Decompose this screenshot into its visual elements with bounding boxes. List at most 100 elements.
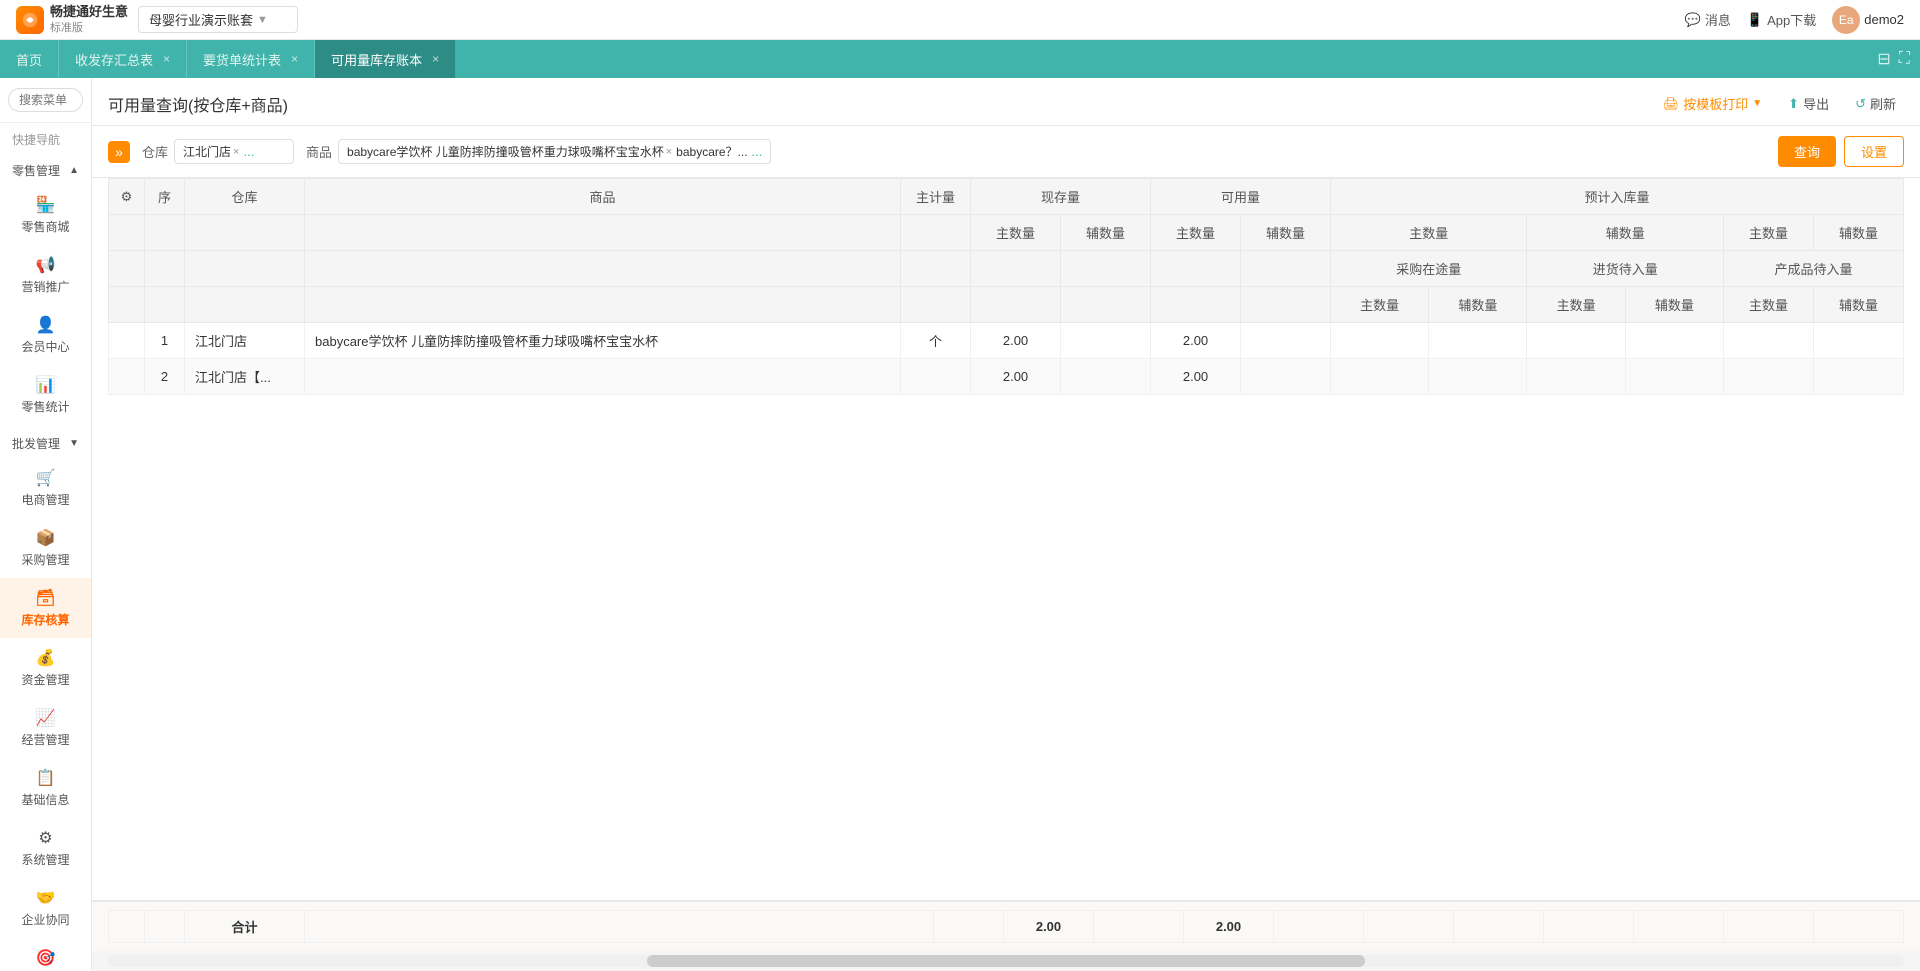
- export-btn[interactable]: ⬆ 导出: [1780, 90, 1837, 117]
- data-table: ⚙ 序 仓库 商品 主计量 现存量 可用量 预计入库量: [108, 178, 1904, 395]
- sidebar-item-finance[interactable]: 💰 资金管理: [0, 638, 91, 698]
- horizontal-scrollbar[interactable]: [108, 955, 1904, 967]
- sidebar-item-basic-info[interactable]: 📋 基础信息: [0, 758, 91, 818]
- sys-icon: ⚙: [38, 828, 52, 848]
- sidebar-nav-label[interactable]: 快捷导航: [0, 123, 91, 152]
- sidebar-item-retail-store[interactable]: 🏪 零售商城: [0, 185, 91, 245]
- refresh-icon: ↺: [1855, 96, 1866, 112]
- sidebar-item-wholesale-mgmt[interactable]: 批发管理 ▼: [0, 425, 91, 458]
- ecom-icon: 🛒: [36, 468, 56, 488]
- store-icon: 🏪: [36, 195, 56, 215]
- query-btn[interactable]: 查询: [1778, 136, 1836, 167]
- product-tag-1: babycare学饮杯 儿童防摔防撞吸管杯重力球吸嘴杯宝宝水杯 ×: [347, 143, 672, 160]
- sidebar-item-retail-mgmt[interactable]: 零售管理 ▲: [0, 152, 91, 185]
- sidebar-item-enterprise[interactable]: 🤝 企业协同: [0, 878, 91, 938]
- tab-minus-btn[interactable]: ⊟: [1877, 49, 1890, 69]
- sidebar-item-sys-mgmt[interactable]: ⚙ 系统管理: [0, 818, 91, 878]
- sidebar-search: [0, 78, 91, 123]
- col-avail-main: 主数量: [1151, 215, 1241, 251]
- col-inb-main: 主数量: [1724, 215, 1814, 251]
- col-warehouse: 仓库: [185, 179, 305, 215]
- tab-home[interactable]: 首页: [0, 40, 59, 78]
- enterprise-icon: 🤝: [36, 888, 56, 908]
- col-stock-main: 主数量: [971, 215, 1061, 251]
- chevron-down-icon: ▼: [257, 14, 268, 26]
- tab-close-requisition[interactable]: ×: [291, 52, 298, 66]
- user-profile[interactable]: Ea demo2: [1832, 6, 1904, 34]
- marketing-icon: 📢: [36, 255, 56, 275]
- sidebar: 快捷导航 零售管理 ▲ 🏪 零售商城 📢 营销推广 👤 会员中心 📊 零售统计 …: [0, 78, 92, 971]
- warehouse-tags[interactable]: 江北门店 × ...: [174, 139, 294, 164]
- sidebar-item-inventory[interactable]: 🗃 库存核算: [0, 578, 91, 638]
- table-area: ⚙ 序 仓库 商品 主计量 现存量 可用量 预计入库量: [92, 178, 1920, 900]
- refresh-btn[interactable]: ↺ 刷新: [1847, 90, 1904, 117]
- search-input[interactable]: [8, 88, 83, 112]
- col-gear-sub: [109, 215, 145, 251]
- brand-text: 畅捷通好生意 标准版: [50, 4, 128, 35]
- store-selector[interactable]: 母婴行业演示账套 ▼: [138, 6, 298, 33]
- export-icon: ⬆: [1788, 96, 1799, 112]
- message-icon: 💬: [1685, 12, 1701, 28]
- purchase-icon: 📦: [36, 528, 56, 548]
- col-pur-main: 主数量: [1331, 215, 1527, 251]
- sidebar-item-operations[interactable]: 📈 经营管理: [0, 698, 91, 758]
- filter-bar: » 仓库 江北门店 × ... 商品 babycare学饮杯 儿童防摔防撞吸管杯…: [92, 126, 1920, 178]
- col-avail-aux: 辅数量: [1241, 215, 1331, 251]
- warehouse-ellipsis[interactable]: ...: [243, 144, 254, 159]
- sidebar-item-member[interactable]: 👤 会员中心: [0, 305, 91, 365]
- col-available: 可用量: [1151, 179, 1331, 215]
- sidebar-item-retail-stat[interactable]: 📊 零售统计: [0, 365, 91, 425]
- tab-expand-btn[interactable]: ⛶: [1899, 50, 1910, 68]
- page-header: 可用量查询(按仓库+商品) 🖨 按模板打印 ▼ ⬆ 导出 ↺ 刷新: [92, 78, 1920, 126]
- brand-logo: 畅捷通好生意 标准版: [16, 4, 128, 35]
- filter-actions: 查询 设置: [1778, 136, 1904, 167]
- remove-product-tag-1[interactable]: ×: [666, 146, 672, 158]
- settings-btn[interactable]: 设置: [1844, 136, 1904, 167]
- footer-row: 合计 2.00 2.00: [109, 911, 1904, 943]
- table-row: 2 江北门店【... 2.00 2.00: [109, 359, 1904, 395]
- warehouse-tag: 江北门店 ×: [183, 143, 239, 160]
- col-num-sub: [145, 215, 185, 251]
- scroll-thumb[interactable]: [647, 955, 1365, 967]
- table-footer: 合计 2.00 2.00: [92, 900, 1920, 951]
- gear-icon[interactable]: ⚙: [121, 189, 133, 204]
- sidebar-item-purchase[interactable]: 📦 采购管理: [0, 518, 91, 578]
- print-icon: 🖨: [1663, 96, 1680, 112]
- table-row: 1 江北门店 babycare学饮杯 儿童防摔防撞吸管杯重力球吸嘴杯宝宝水杯 个…: [109, 323, 1904, 359]
- product-tag-2: babycare？...: [676, 143, 747, 160]
- product-tags[interactable]: babycare学饮杯 儿童防摔防撞吸管杯重力球吸嘴杯宝宝水杯 × babyca…: [338, 139, 771, 164]
- sub-pur-aux: 辅数量: [1429, 287, 1527, 323]
- top-bar-left: 畅捷通好生意 标准版 母婴行业演示账套 ▼: [16, 4, 298, 35]
- sub-pur-main: 主数量: [1331, 287, 1429, 323]
- remove-warehouse-tag[interactable]: ×: [233, 146, 239, 158]
- sidebar-item-ecom[interactable]: 🛒 电商管理: [0, 458, 91, 518]
- col-unit-sub: [901, 215, 971, 251]
- filter-expand-btn[interactable]: »: [108, 141, 130, 163]
- col-warehouse-sub: [185, 215, 305, 251]
- col-inb-aux: 辅数量: [1814, 215, 1904, 251]
- sidebar-item-marketing[interactable]: 📢 营销推广: [0, 245, 91, 305]
- tab-close-available[interactable]: ×: [432, 52, 439, 66]
- col-gear[interactable]: ⚙: [109, 179, 145, 215]
- product-ellipsis[interactable]: ...: [752, 144, 763, 159]
- col-main-unit: 主计量: [901, 179, 971, 215]
- print-btn[interactable]: 🖨 按模板打印 ▼: [1655, 90, 1770, 117]
- tab-requisition[interactable]: 要货单统计表 ×: [187, 40, 315, 78]
- chevron-icon: ▲: [69, 165, 79, 176]
- sub-fin-main: 主数量: [1724, 287, 1814, 323]
- member-icon: 👤: [36, 315, 56, 335]
- brand-icon: [16, 6, 44, 34]
- chevron-icon2: ▼: [69, 438, 79, 449]
- col-planned-inbound: 预计入库量: [1331, 179, 1904, 215]
- col-pur-aux: 辅数量: [1527, 215, 1724, 251]
- message-btn[interactable]: 💬 消息: [1685, 10, 1731, 29]
- warehouse-filter: 仓库 江北门店 × ...: [142, 139, 294, 164]
- tab-close-collect[interactable]: ×: [163, 52, 170, 66]
- avatar: Ea: [1832, 6, 1860, 34]
- app-download-btn[interactable]: 📱 App下载: [1747, 10, 1816, 29]
- footer-stock-main: 2.00: [1004, 911, 1094, 943]
- tab-available[interactable]: 可用量库存账本 ×: [315, 40, 456, 78]
- sidebar-item-onboarding[interactable]: 🎯 新手引导: [0, 938, 91, 971]
- tab-collect[interactable]: 收发存汇总表 ×: [59, 40, 187, 78]
- tab-bar: 首页 收发存汇总表 × 要货单统计表 × 可用量库存账本 × ⊟ ⛶: [0, 40, 1920, 78]
